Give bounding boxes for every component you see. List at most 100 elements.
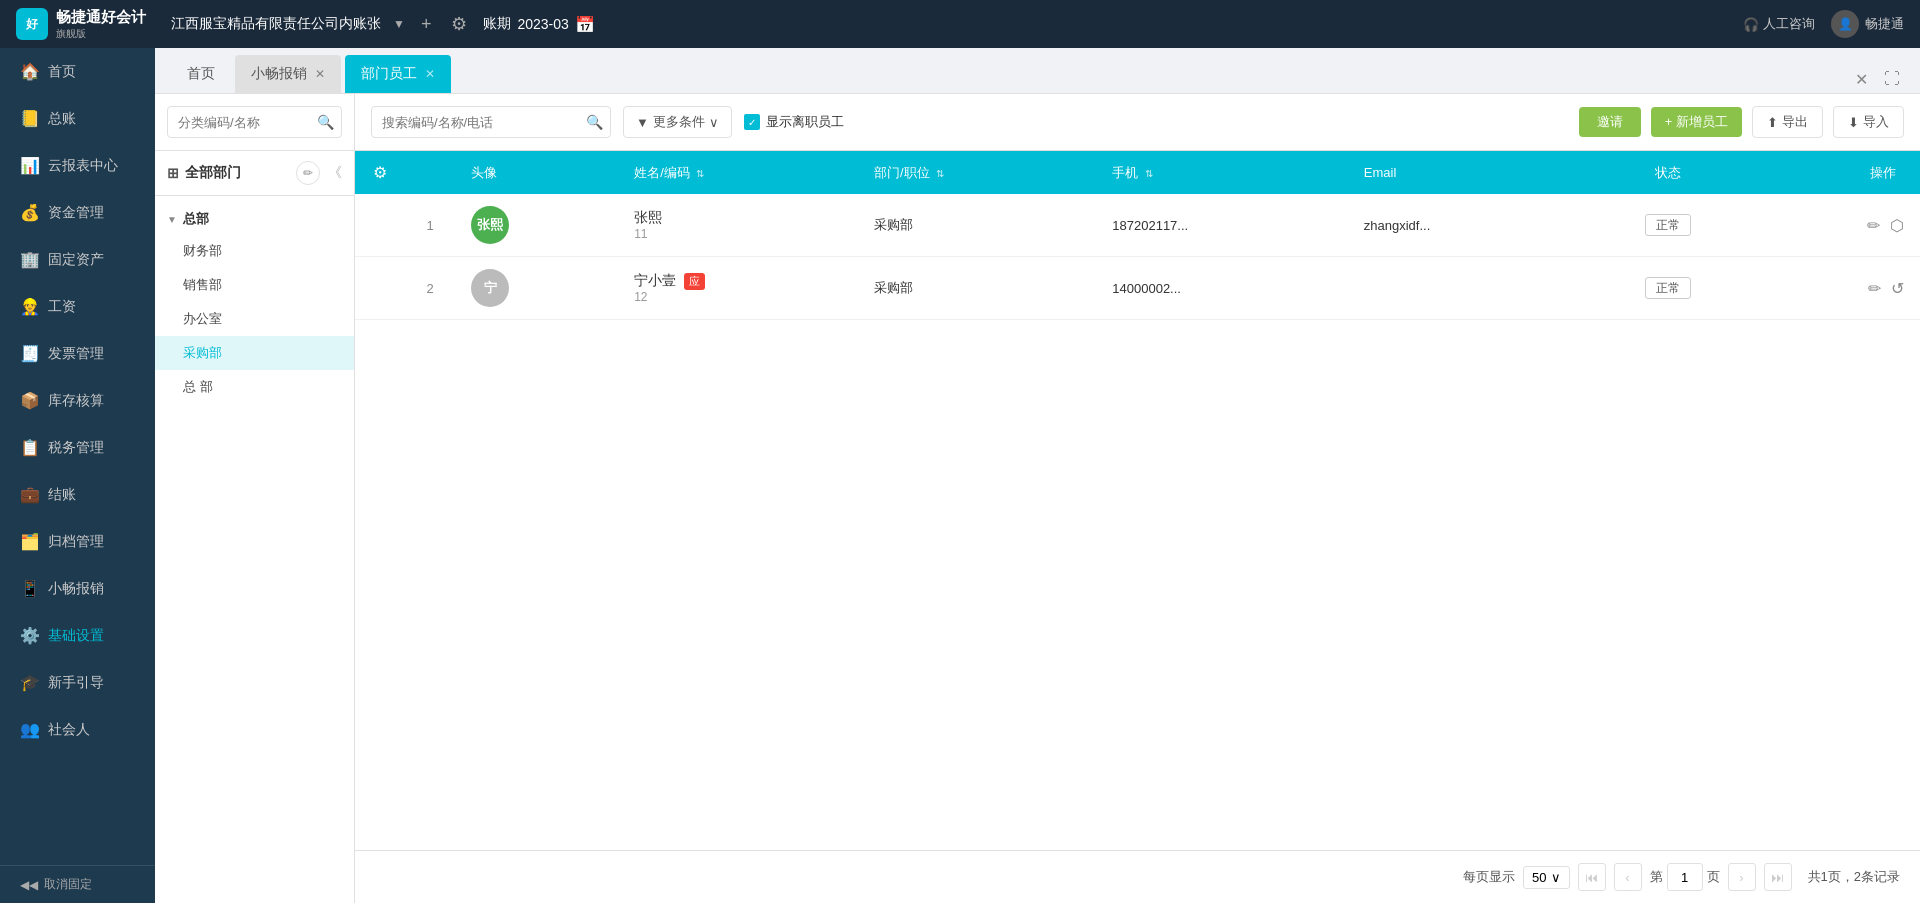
edit-icon[interactable]: ✏	[1867, 216, 1880, 235]
page-first-button[interactable]: ⏮	[1578, 863, 1606, 891]
dept-search-input[interactable]	[167, 106, 342, 138]
export-button[interactable]: ⬆ 导出	[1752, 106, 1823, 138]
show-resign-checkbox[interactable]: ✓	[744, 114, 760, 130]
dept-header: ⊞ 全部部门 ✏ 《	[155, 151, 354, 196]
page-prev-button[interactable]: ‹	[1614, 863, 1642, 891]
sidebar-item-salary[interactable]: 👷 工资	[0, 283, 155, 330]
sidebar-item-settings[interactable]: ⚙️ 基础设置	[0, 612, 155, 659]
service-button[interactable]: 🎧 人工咨询	[1743, 15, 1815, 33]
sidebar-item-reports[interactable]: 📊 云报表中心	[0, 142, 155, 189]
dept-node-office-label: 办公室	[183, 311, 222, 326]
dept-node-finance[interactable]: 财务部	[155, 234, 354, 268]
column-dept-label: 部门/职位	[874, 165, 930, 180]
dept-all-label[interactable]: ⊞ 全部部门	[167, 164, 241, 182]
tab-expense[interactable]: 小畅报销 ✕	[235, 55, 341, 93]
filter-chevron-icon: ∨	[709, 115, 719, 130]
sidebar-item-funds[interactable]: 💰 资金管理	[0, 189, 155, 236]
employee-area: 🔍 ▼ 更多条件 ∨ ✓ 显示离职员工 邀请	[355, 94, 1920, 903]
column-mobile[interactable]: 手机 ⇅	[1096, 151, 1348, 194]
dept-node-office[interactable]: 办公室	[155, 302, 354, 336]
company-dropdown-icon[interactable]: ▼	[393, 17, 405, 31]
page-number-input[interactable]	[1667, 863, 1703, 891]
column-mobile-label: 手机	[1112, 165, 1138, 180]
column-actions: 操作	[1759, 151, 1920, 194]
tax-icon: 📋	[20, 438, 38, 457]
settings-icon[interactable]: ⚙	[447, 9, 471, 39]
close-window-icon[interactable]: ✕	[1851, 66, 1872, 93]
avatar: 宁	[471, 269, 509, 307]
logout-icon[interactable]: ⬡	[1890, 216, 1904, 235]
page-last-button[interactable]: ⏭	[1764, 863, 1792, 891]
sidebar-item-expense[interactable]: 📱 小畅报销	[0, 565, 155, 612]
edit-icon[interactable]: ✏	[1868, 279, 1881, 298]
sidebar-item-archive[interactable]: 🗂️ 归档管理	[0, 518, 155, 565]
column-dept-position[interactable]: 部门/职位 ⇅	[858, 151, 1096, 194]
close-employee-tab-icon[interactable]: ✕	[425, 67, 435, 81]
show-resign-area[interactable]: ✓ 显示离职员工	[744, 113, 844, 131]
dept-collapse-icon[interactable]: 《	[328, 164, 342, 182]
add-account-button[interactable]: +	[417, 10, 436, 39]
tab-bar: 首页 小畅报销 ✕ 部门员工 ✕ ✕ ⛶	[155, 48, 1920, 94]
show-resign-label: 显示离职员工	[766, 113, 844, 131]
maximize-icon[interactable]: ⛶	[1880, 66, 1904, 93]
content-area: 首页 小畅报销 ✕ 部门员工 ✕ ✕ ⛶ 🔍	[155, 48, 1920, 903]
column-index	[405, 151, 455, 194]
tab-employee[interactable]: 部门员工 ✕	[345, 55, 451, 93]
column-settings[interactable]: ⚙	[355, 151, 405, 194]
social-icon: 👥	[20, 720, 38, 739]
dept-edit-button[interactable]: ✏	[296, 161, 320, 185]
calendar-icon[interactable]: 📅	[575, 15, 595, 34]
table-header-row: ⚙ 头像 姓名/编码 ⇅ 部门/职位 ⇅	[355, 151, 1920, 194]
filter-button[interactable]: ▼ 更多条件 ∨	[623, 106, 732, 138]
search-icon[interactable]: 🔍	[586, 114, 603, 130]
sidebar-item-fixed-assets[interactable]: 🏢 固定资产	[0, 236, 155, 283]
invite-button[interactable]: 邀请	[1579, 107, 1641, 137]
sidebar-item-inventory[interactable]: 📦 库存核算	[0, 377, 155, 424]
sidebar-item-checkout[interactable]: 💼 结账	[0, 471, 155, 518]
cancel-fixed-button[interactable]: ◀◀ 取消固定	[0, 865, 155, 903]
service-label: 人工咨询	[1763, 15, 1815, 33]
total-label: 共1页，2条记录	[1808, 868, 1900, 886]
sidebar: 🏠 首页 📒 总账 📊 云报表中心 💰 资金管理 🏢 固定资产 👷 工资 🧾 发…	[0, 48, 155, 903]
add-employee-button[interactable]: + 新增员工	[1651, 107, 1742, 137]
top-header: 好 畅捷通好会计 旗舰版 江西服宝精品有限责任公司内账张 ▼ + ⚙ 账期 20…	[0, 0, 1920, 48]
sidebar-item-label: 税务管理	[48, 439, 104, 457]
sidebar-item-ledger[interactable]: 📒 总账	[0, 95, 155, 142]
dept-search-icon: 🔍	[317, 114, 334, 130]
sidebar-item-social[interactable]: 👥 社会人	[0, 706, 155, 753]
dept-node-headquarters[interactable]: 总 部	[155, 370, 354, 404]
tab-actions: ✕ ⛶	[1851, 66, 1904, 93]
period-label: 账期	[483, 15, 511, 33]
import-button[interactable]: ⬇ 导入	[1833, 106, 1904, 138]
pagination: 每页显示 50 ∨ ⏮ ‹ 第 页 › ⏭ 共1页，2条记录	[355, 850, 1920, 903]
sort-name-icon: ⇅	[696, 168, 704, 179]
user-area[interactable]: 👤 畅捷通	[1831, 10, 1904, 38]
per-page-label: 每页显示	[1463, 868, 1515, 886]
resign-badge: 应	[684, 273, 705, 290]
dept-node-parent-zongbu[interactable]: ▼ 总部	[155, 204, 354, 234]
refresh-icon[interactable]: ↺	[1891, 279, 1904, 298]
sidebar-item-home[interactable]: 🏠 首页	[0, 48, 155, 95]
column-name-code[interactable]: 姓名/编码 ⇅	[618, 151, 858, 194]
dept-node-finance-label: 财务部	[183, 243, 222, 258]
search-wrap: 🔍	[371, 106, 611, 138]
sidebar-item-invoice[interactable]: 🧾 发票管理	[0, 330, 155, 377]
dept-node-purchasing[interactable]: 采购部	[155, 336, 354, 370]
salary-icon: 👷	[20, 297, 38, 316]
sidebar-item-tax[interactable]: 📋 税务管理	[0, 424, 155, 471]
dept-node-purchasing-label: 采购部	[183, 345, 222, 360]
page-next-button[interactable]: ›	[1728, 863, 1756, 891]
per-page-select[interactable]: 50 ∨	[1523, 866, 1569, 889]
app-logo-text: 畅捷通好会计	[56, 8, 146, 27]
dept-tree: ▼ 总部 财务部 销售部 办公室 采购部	[155, 196, 354, 903]
column-avatar: 头像	[455, 151, 618, 194]
dept-panel: 🔍 ⊞ 全部部门 ✏ 《 ▼ 总部	[155, 94, 355, 903]
tab-home[interactable]: 首页	[171, 55, 231, 93]
sidebar-item-guide[interactable]: 🎓 新手引导	[0, 659, 155, 706]
employee-search-input[interactable]	[371, 106, 611, 138]
close-expense-tab-icon[interactable]: ✕	[315, 67, 325, 81]
dept-node-sales[interactable]: 销售部	[155, 268, 354, 302]
expense-icon: 📱	[20, 579, 38, 598]
add-employee-label: + 新增员工	[1665, 113, 1728, 131]
row-index-2: 2	[405, 257, 455, 320]
